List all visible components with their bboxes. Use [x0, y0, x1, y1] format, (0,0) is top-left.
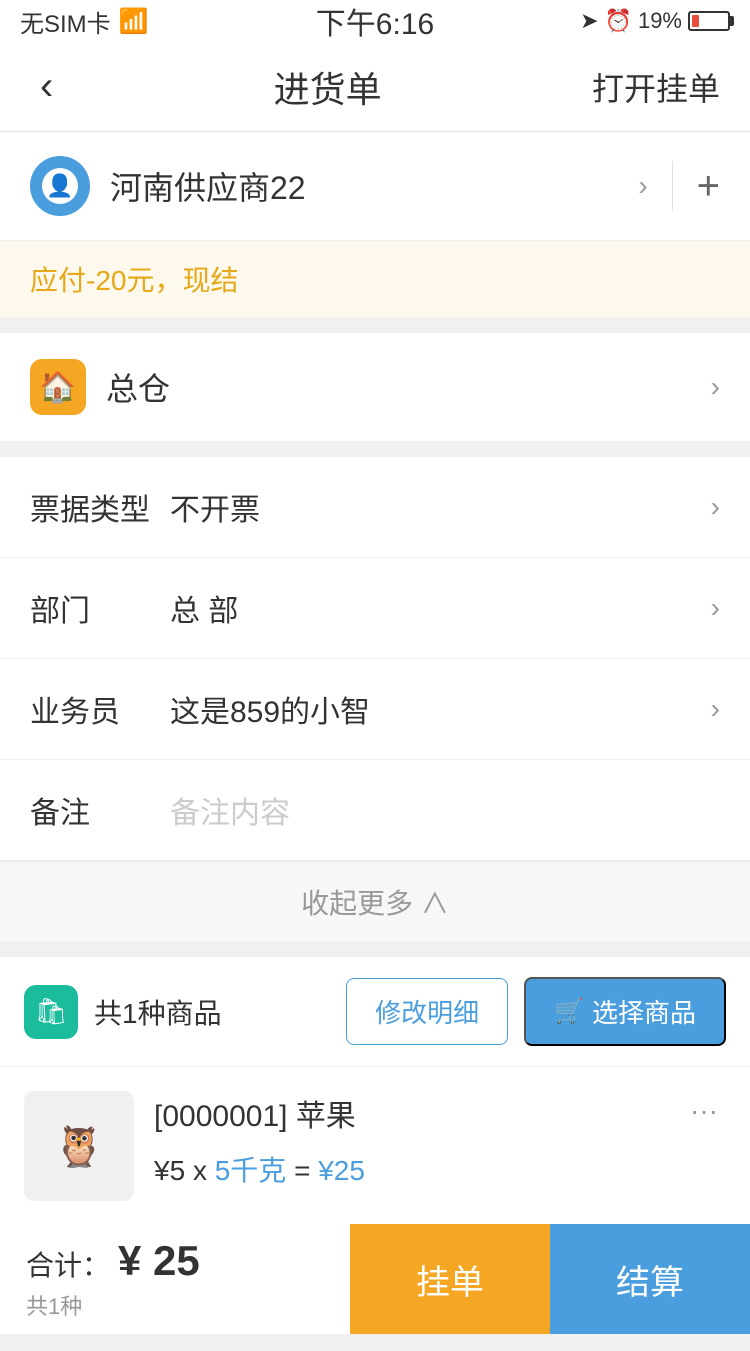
- open-hang-button[interactable]: 打开挂单: [592, 64, 720, 110]
- product-total: ¥25: [318, 1155, 365, 1186]
- product-name: [0000001] 苹果: [154, 1091, 662, 1135]
- product-count-text: 共1种商品: [94, 992, 330, 1032]
- price-equals: =: [294, 1155, 318, 1186]
- salesman-label: 业务员: [30, 687, 170, 731]
- warehouse-name: 总仓: [106, 364, 170, 410]
- hang-button[interactable]: 挂单: [350, 1224, 550, 1334]
- total-section: 合计： ¥ 25 共1种: [0, 1224, 350, 1334]
- carrier-label: 无SIM卡: [20, 4, 111, 39]
- warehouse-icon: 🏠: [30, 359, 86, 415]
- notice-text: 应付-20元，现结: [30, 265, 238, 296]
- total-count: 共1种: [26, 1289, 324, 1321]
- wifi-icon: 📶: [119, 7, 149, 36]
- add-supplier-button[interactable]: +: [697, 164, 720, 209]
- battery-icon: [688, 11, 730, 31]
- select-cart-icon: 🛒: [554, 997, 584, 1026]
- products-header: 🛍 共1种商品 修改明细 🛒 选择商品: [0, 957, 750, 1067]
- products-section: 🛍 共1种商品 修改明细 🛒 选择商品 🦉 [0000001] 苹果 ¥5: [0, 957, 750, 1225]
- location-icon: ➤: [580, 8, 598, 34]
- product-code: [0000001]: [154, 1100, 287, 1133]
- price-multiply: x: [193, 1155, 215, 1186]
- warehouse-chevron-icon: ›: [711, 371, 720, 403]
- hang-label: 挂单: [416, 1255, 484, 1304]
- select-product-label: 选择商品: [592, 993, 696, 1030]
- product-info: [0000001] 苹果 ¥5 x 5千克 = ¥25: [154, 1091, 662, 1189]
- product-owl-icon: 🦉: [54, 1123, 104, 1170]
- bill-type-chevron-icon: ›: [711, 491, 720, 523]
- remark-input[interactable]: 备注内容: [170, 788, 720, 832]
- product-qty: 5千克: [215, 1155, 287, 1186]
- remark-label: 备注: [30, 788, 170, 832]
- dept-label: 部门: [30, 586, 170, 630]
- remark-row[interactable]: 备注 备注内容: [0, 760, 750, 861]
- bill-type-row[interactable]: 票据类型 不开票 ›: [0, 457, 750, 558]
- form-section: 票据类型 不开票 › 部门 总 部 › 业务员 这是859的小智 › 备注 备注…: [0, 457, 750, 941]
- product-unit-price: ¥5: [154, 1155, 185, 1186]
- edit-detail-button[interactable]: 修改明细: [346, 978, 508, 1045]
- product-title: 苹果: [296, 1100, 356, 1133]
- supplier-name: 河南供应商22: [110, 163, 638, 209]
- salesman-value: 这是859的小智: [170, 687, 711, 731]
- product-price-row: ¥5 x 5千克 = ¥25: [154, 1149, 662, 1189]
- settle-label: 结算: [616, 1255, 684, 1304]
- vertical-divider: [672, 161, 673, 211]
- alarm-icon: ⏰: [605, 8, 632, 34]
- battery-percent: 19%: [638, 8, 682, 34]
- collapse-label: 收起更多 ∧: [301, 882, 449, 922]
- bill-type-value: 不开票: [170, 485, 711, 529]
- supplier-section: 👤 河南供应商22 › + 应付-20元，现结: [0, 132, 750, 317]
- total-label: 合计：: [26, 1244, 110, 1284]
- back-button[interactable]: ‹: [30, 54, 63, 119]
- supplier-avatar: 👤: [30, 156, 90, 216]
- products-icon: 🛍: [24, 985, 78, 1039]
- dept-value: 总 部: [170, 586, 711, 630]
- supplier-chevron-icon: ›: [638, 170, 647, 202]
- content: 👤 河南供应商22 › + 应付-20元，现结 🏠 总仓 › 票据类型 不开票 …: [0, 132, 750, 1351]
- product-item: 🦉 [0000001] 苹果 ¥5 x 5千克 = ¥25 ···: [0, 1067, 750, 1225]
- collapse-button[interactable]: 收起更多 ∧: [0, 861, 750, 941]
- cart-small-icon: 🛍: [34, 996, 67, 1027]
- warehouse-row[interactable]: 🏠 总仓 ›: [0, 333, 750, 441]
- avatar-icon: 👤: [42, 168, 78, 204]
- warehouse-section: 🏠 总仓 ›: [0, 333, 750, 441]
- select-product-button[interactable]: 🛒 选择商品: [524, 977, 726, 1046]
- status-right: ➤ ⏰ 19%: [580, 8, 730, 34]
- status-time: 下午6:16: [316, 0, 434, 43]
- status-bar: 无SIM卡 📶 下午6:16 ➤ ⏰ 19%: [0, 0, 750, 42]
- nav-bar: ‹ 进货单 打开挂单: [0, 42, 750, 132]
- total-amount: ¥ 25: [118, 1237, 200, 1285]
- settle-button[interactable]: 结算: [550, 1224, 750, 1334]
- dept-chevron-icon: ›: [711, 592, 720, 624]
- total-row: 合计： ¥ 25: [26, 1237, 324, 1285]
- page-title: 进货单: [274, 61, 382, 113]
- bill-type-label: 票据类型: [30, 485, 170, 529]
- salesman-row[interactable]: 业务员 这是859的小智 ›: [0, 659, 750, 760]
- bottom-bar: 合计： ¥ 25 共1种 挂单 结算: [0, 1224, 750, 1334]
- salesman-chevron-icon: ›: [711, 693, 720, 725]
- dept-row[interactable]: 部门 总 部 ›: [0, 558, 750, 659]
- product-more-button[interactable]: ···: [682, 1091, 726, 1131]
- product-thumbnail: 🦉: [24, 1091, 134, 1201]
- notice-bar: 应付-20元，现结: [0, 241, 750, 317]
- supplier-row[interactable]: 👤 河南供应商22 › +: [0, 132, 750, 241]
- status-left: 无SIM卡 📶: [20, 4, 149, 39]
